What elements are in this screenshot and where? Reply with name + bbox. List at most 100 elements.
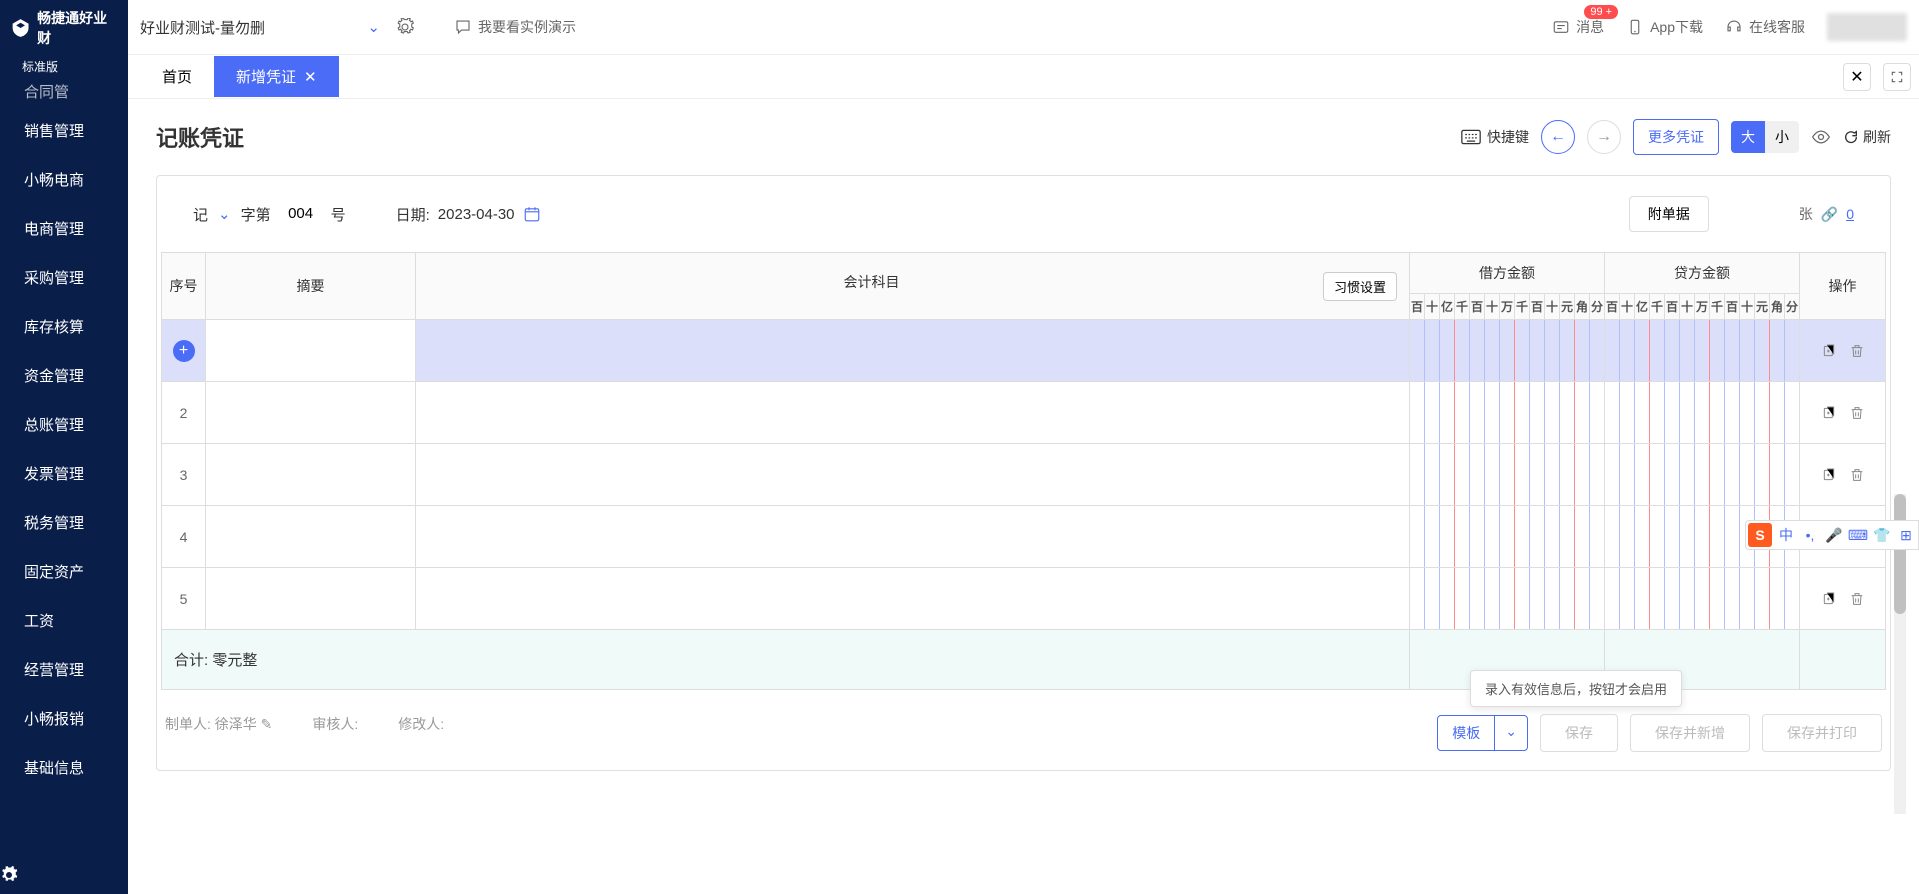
cell-account[interactable] [416, 506, 1410, 568]
digit-cell[interactable] [1680, 382, 1695, 444]
cell-summary[interactable] [206, 568, 416, 630]
digit-cell[interactable] [1590, 444, 1605, 506]
ime-toolbar[interactable]: S 中 •, 🎤 ⌨ 👕 ⊞ [1745, 520, 1919, 550]
nav-item-inventory[interactable]: 库存核算 [0, 302, 128, 351]
digit-cell[interactable] [1440, 382, 1455, 444]
size-large-button[interactable]: 大 [1731, 121, 1765, 153]
digit-cell[interactable] [1530, 320, 1545, 382]
copy-row-icon[interactable] [1821, 467, 1837, 483]
digit-cell[interactable] [1470, 320, 1485, 382]
digit-cell[interactable] [1575, 444, 1590, 506]
nav-item-reimburse[interactable]: 小畅报销 [0, 694, 128, 743]
nav-item-tax[interactable]: 税务管理 [0, 498, 128, 547]
digit-cell[interactable] [1650, 320, 1665, 382]
voucher-number-input[interactable] [281, 205, 321, 223]
digit-cell[interactable] [1710, 568, 1725, 630]
refresh-button[interactable]: 刷新 [1843, 127, 1891, 147]
link-icon[interactable]: 🔗 [1821, 206, 1838, 223]
digit-cell[interactable] [1650, 506, 1665, 568]
digit-cell[interactable] [1665, 320, 1680, 382]
nav-item-basic[interactable]: 基础信息 [0, 743, 128, 792]
digit-cell[interactable] [1725, 568, 1740, 630]
nav-item-funds[interactable]: 资金管理 [0, 351, 128, 400]
digit-cell[interactable] [1695, 568, 1710, 630]
digit-cell[interactable] [1680, 444, 1695, 506]
close-icon[interactable]: ✕ [304, 68, 317, 86]
fullscreen-button[interactable] [1883, 63, 1911, 91]
digit-cell[interactable] [1410, 568, 1425, 630]
digit-cell[interactable] [1455, 444, 1470, 506]
digit-cell[interactable] [1575, 506, 1590, 568]
digit-cell[interactable] [1425, 382, 1440, 444]
chevron-down-icon[interactable]: ⌄ [218, 205, 231, 223]
digit-cell[interactable] [1680, 320, 1695, 382]
digit-cell[interactable] [1560, 444, 1575, 506]
digit-cell[interactable] [1455, 320, 1470, 382]
nav-item-sales[interactable]: 销售管理 [0, 106, 128, 155]
settings-gear[interactable] [396, 18, 414, 36]
digit-cell[interactable] [1770, 444, 1785, 506]
digit-cell[interactable] [1575, 568, 1590, 630]
prev-voucher-button[interactable]: ← [1541, 120, 1575, 154]
digit-cell[interactable] [1515, 320, 1530, 382]
digit-cell[interactable] [1695, 506, 1710, 568]
settings-button[interactable] [0, 856, 128, 894]
digit-cell[interactable] [1425, 320, 1440, 382]
nav-item-purchase[interactable]: 采购管理 [0, 253, 128, 302]
digit-cell[interactable] [1770, 568, 1785, 630]
digit-cell[interactable] [1605, 320, 1620, 382]
more-vouchers-button[interactable]: 更多凭证 [1633, 119, 1719, 155]
digit-cell[interactable] [1440, 568, 1455, 630]
digit-cell[interactable] [1470, 568, 1485, 630]
digit-cell[interactable] [1710, 506, 1725, 568]
digit-cell[interactable] [1755, 382, 1770, 444]
next-voucher-button[interactable]: → [1587, 120, 1621, 154]
support-button[interactable]: 在线客服 [1725, 17, 1805, 37]
org-selector[interactable]: 好业财测试-量勿删 ⌄ [140, 17, 380, 38]
nav-item-operation[interactable]: 经营管理 [0, 645, 128, 694]
table-row[interactable]: + [162, 320, 1886, 382]
digit-cell[interactable] [1470, 382, 1485, 444]
digit-cell[interactable] [1530, 382, 1545, 444]
digit-cell[interactable] [1590, 320, 1605, 382]
digit-cell[interactable] [1515, 444, 1530, 506]
digit-cell[interactable] [1545, 320, 1560, 382]
digit-cell[interactable] [1680, 568, 1695, 630]
ime-lang[interactable]: 中 [1776, 525, 1796, 545]
table-row[interactable]: 2 [162, 382, 1886, 444]
cell-summary[interactable] [206, 320, 416, 382]
digit-cell[interactable] [1725, 320, 1740, 382]
digit-cell[interactable] [1740, 444, 1755, 506]
digit-cell[interactable] [1665, 506, 1680, 568]
digit-cell[interactable] [1620, 382, 1635, 444]
copy-row-icon[interactable] [1821, 405, 1837, 421]
digit-cell[interactable] [1620, 444, 1635, 506]
nav-item-ecommerce[interactable]: 电商管理 [0, 204, 128, 253]
digit-cell[interactable] [1620, 506, 1635, 568]
nav-item-contract[interactable]: 合同管 [0, 77, 128, 106]
digit-cell[interactable] [1740, 568, 1755, 630]
digit-cell[interactable] [1605, 568, 1620, 630]
calendar-icon[interactable] [523, 205, 541, 223]
close-tab-button[interactable]: ✕ [1843, 63, 1871, 91]
digit-cell[interactable] [1785, 444, 1800, 506]
digit-cell[interactable] [1545, 506, 1560, 568]
table-row[interactable]: 5 [162, 568, 1886, 630]
digit-cell[interactable] [1440, 506, 1455, 568]
nav-item-salary[interactable]: 工资 [0, 596, 128, 645]
digit-cell[interactable] [1605, 382, 1620, 444]
cell-account[interactable] [416, 444, 1410, 506]
digit-cell[interactable] [1530, 568, 1545, 630]
digit-cell[interactable] [1725, 506, 1740, 568]
digit-cell[interactable] [1410, 444, 1425, 506]
digit-cell[interactable] [1695, 382, 1710, 444]
digit-cell[interactable] [1605, 506, 1620, 568]
digit-cell[interactable] [1485, 568, 1500, 630]
save-print-button[interactable]: 保存并打印 [1762, 714, 1882, 752]
voucher-date[interactable]: 2023-04-30 [438, 206, 515, 223]
edit-icon[interactable]: ✎ [261, 716, 273, 732]
digit-cell[interactable] [1455, 506, 1470, 568]
digit-cell[interactable] [1410, 382, 1425, 444]
digit-cell[interactable] [1755, 320, 1770, 382]
nav-item-ledger[interactable]: 总账管理 [0, 400, 128, 449]
